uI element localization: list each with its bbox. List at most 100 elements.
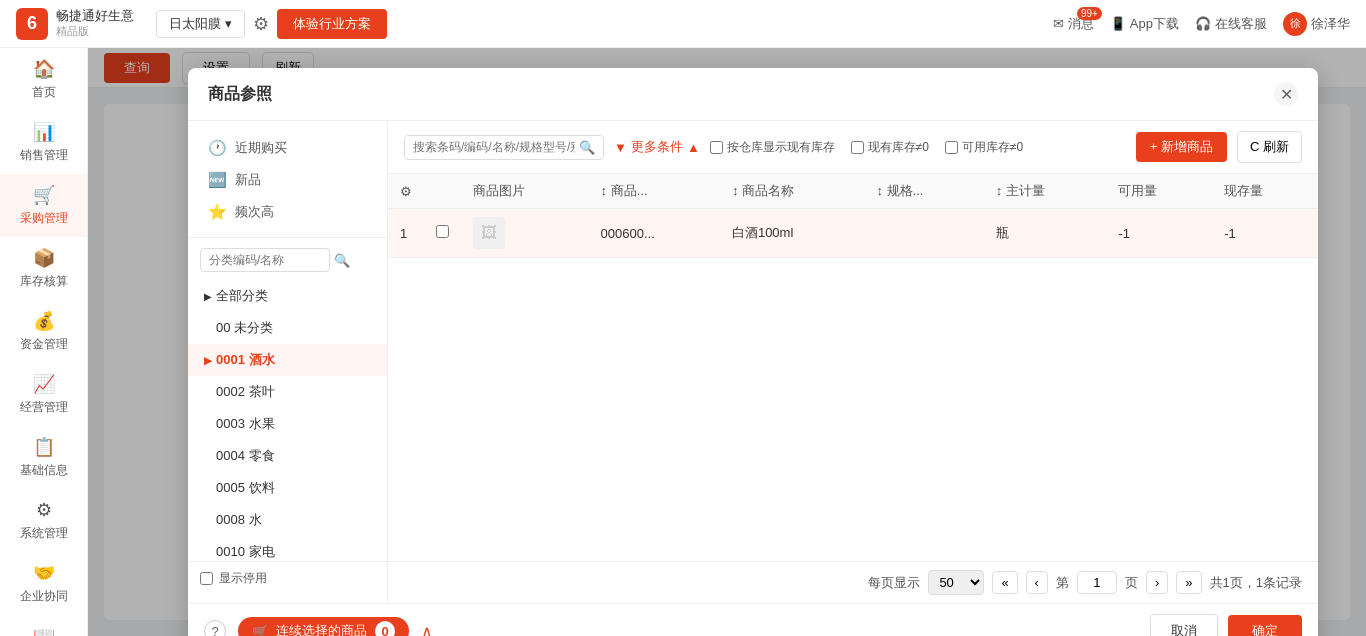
nav-center: 日太阳膜 ▾ ⚙ 体验行业方案 [156,9,1053,39]
checkbox-warehouse[interactable]: 按仓库显示现有库存 [710,139,835,156]
gear-icon[interactable]: ⚙ [253,13,269,35]
cat-0004[interactable]: 0004 零食 [188,440,387,472]
expand-icon: ▶ [204,291,212,302]
search-icon[interactable]: 🔍 [334,253,350,268]
content-area: 查询 设置 刷新 商品参照 ✕ 🕐 [88,48,1366,636]
category-search: 🔍 [188,244,387,276]
sidebar-item-home[interactable]: 🏠 首页 [0,48,87,111]
user-menu[interactable]: 徐 徐泽华 [1283,12,1350,36]
td-unit: 瓶 [984,209,1107,258]
th-code[interactable]: ↕ 商品... [589,174,720,209]
dialog-body: 🕐 近期购买 🆕 新品 ⭐ 频次高 [188,121,1318,603]
checkbox-available-nonzero[interactable]: 可用库存≠0 [945,139,1023,156]
refresh-btn[interactable]: C 刷新 [1237,131,1302,163]
finance-icon: 💰 [33,310,55,332]
top-navigation: 6 畅捷通好生意 精品版 日太阳膜 ▾ ⚙ 体验行业方案 ✉ 消息 99+ 📱 … [0,0,1366,48]
td-num: 1 [388,209,424,258]
checkbox-stock-nonzero[interactable]: 现有库存≠0 [851,139,929,156]
sidebar-item-purchase[interactable]: 🛒 采购管理 [0,174,87,237]
dialog-close-btn[interactable]: ✕ [1274,82,1298,106]
th-stock: 现存量 [1212,174,1318,209]
td-name: 白酒100ml [720,209,865,258]
purchase-icon: 🛒 [33,184,55,206]
sidebar-item-collab[interactable]: 🤝 企业协同 [0,552,87,615]
collapse-btn[interactable]: ∧ [421,622,433,637]
home-icon: 🏠 [33,58,55,80]
tab-new[interactable]: 🆕 新品 [196,165,379,195]
tab-recent[interactable]: 🕐 近期购买 [196,133,379,163]
last-page-btn[interactable]: » [1176,571,1201,594]
cancel-btn[interactable]: 取消 [1150,614,1218,636]
main-layout: 🏠 首页 📊 销售管理 🛒 采购管理 📦 库存核算 💰 资金管理 📈 经营管理 … [0,48,1366,636]
sidebar-item-sales[interactable]: 📊 销售管理 [0,111,87,174]
sidebar-item-finance[interactable]: 💰 资金管理 [0,300,87,363]
tab-frequent[interactable]: ⭐ 频次高 [196,197,379,227]
category-list: ▶ 全部分类 00 未分类 ▶ 0001 酒水 0002 茶叶 [188,276,387,561]
left-panel-tabs: 🕐 近期购买 🆕 新品 ⭐ 频次高 [188,129,387,231]
sidebar: 🏠 首页 📊 销售管理 🛒 采购管理 📦 库存核算 💰 资金管理 📈 经营管理 … [0,48,88,636]
next-page-btn[interactable]: › [1146,571,1168,594]
store-selector[interactable]: 日太阳膜 ▾ [156,10,245,38]
th-unit[interactable]: ↕ 主计量 [984,174,1107,209]
sidebar-item-ops[interactable]: 📈 经营管理 [0,363,87,426]
sidebar-item-guide[interactable]: 📖 新手引导 [0,615,87,636]
footer-left: ? 🛒 连续选择的商品 0 ∧ [204,617,433,636]
sidebar-item-base[interactable]: 📋 基础信息 [0,426,87,489]
cat-0003[interactable]: 0003 水果 [188,408,387,440]
th-name[interactable]: ↕ 商品名称 [720,174,865,209]
product-image: 🖼 [473,217,505,249]
td-available: -1 [1106,209,1212,258]
add-product-btn[interactable]: + 新增商品 [1136,132,1227,162]
dialog-footer: ? 🛒 连续选择的商品 0 ∧ 取消 确定 [188,603,1318,636]
product-search-box[interactable]: 🔍 [404,135,604,160]
td-check[interactable] [424,209,461,258]
exp-btn[interactable]: 体验行业方案 [277,9,387,39]
td-spec [865,209,984,258]
product-search-icon[interactable]: 🔍 [579,140,595,155]
logo-text-group: 畅捷通好生意 精品版 [56,8,134,40]
table-row[interactable]: 1 🖼 000600... 白酒100ml 瓶 -1 [388,209,1318,258]
checkbox-group: 按仓库显示现有库存 现有库存≠0 可用库存≠0 [710,139,1126,156]
messages-btn[interactable]: ✉ 消息 99+ [1053,15,1094,33]
app-download-btn[interactable]: 📱 App下载 [1110,15,1179,33]
th-spec[interactable]: ↕ 规格... [865,174,984,209]
cat-0001[interactable]: ▶ 0001 酒水 [188,344,387,376]
show-disabled-checkbox[interactable] [200,572,213,585]
cat-0002[interactable]: 0002 茶叶 [188,376,387,408]
right-toolbar: 🔍 ▼ 更多条件 ▲ 按仓库显示现有库存 [388,121,1318,174]
per-page-select[interactable]: 50 10 20 100 [928,570,984,595]
logo-area: 6 畅捷通好生意 精品版 [16,8,156,40]
sales-icon: 📊 [33,121,55,143]
logo-sub: 精品版 [56,24,134,39]
first-page-btn[interactable]: « [992,571,1017,594]
left-panel: 🕐 近期购买 🆕 新品 ⭐ 频次高 [188,121,388,603]
th-settings[interactable]: ⚙ [388,174,424,209]
logo-text: 畅捷通好生意 [56,8,134,25]
panel-divider [188,237,387,238]
dialog-header: 商品参照 ✕ [188,68,1318,121]
product-search-input[interactable] [413,140,575,154]
prev-page-btn[interactable]: ‹ [1026,571,1048,594]
cat-0010[interactable]: 0010 家电 [188,536,387,561]
sidebar-item-system[interactable]: ⚙ 系统管理 [0,489,87,552]
collab-icon: 🤝 [33,562,55,584]
online-service-btn[interactable]: 🎧 在线客服 [1195,15,1267,33]
cart-btn[interactable]: 🛒 连续选择的商品 0 [238,617,409,636]
confirm-btn[interactable]: 确定 [1228,615,1302,636]
th-check [424,174,461,209]
cat-uncategorized[interactable]: 00 未分类 [188,312,387,344]
filter-btn[interactable]: ▼ 更多条件 ▲ [614,138,700,156]
category-search-input[interactable] [200,248,330,272]
cat-0005[interactable]: 0005 饮料 [188,472,387,504]
dialog-title: 商品参照 [208,84,272,105]
filter-icon: ▼ [614,140,627,155]
sidebar-item-inventory[interactable]: 📦 库存核算 [0,237,87,300]
td-img: 🖼 [461,209,589,258]
help-btn[interactable]: ? [204,620,226,636]
cat-0008[interactable]: 0008 水 [188,504,387,536]
product-dialog: 商品参照 ✕ 🕐 近期购买 🆕 新品 [188,68,1318,636]
cart-icon: 🛒 [252,624,268,637]
table-header-row: ⚙ 商品图片 ↕ 商品... ↕ 商品名称 ↕ 规格... ↕ 主计量 可用量 … [388,174,1318,209]
cat-all[interactable]: ▶ 全部分类 [188,280,387,312]
page-input[interactable] [1077,571,1117,594]
